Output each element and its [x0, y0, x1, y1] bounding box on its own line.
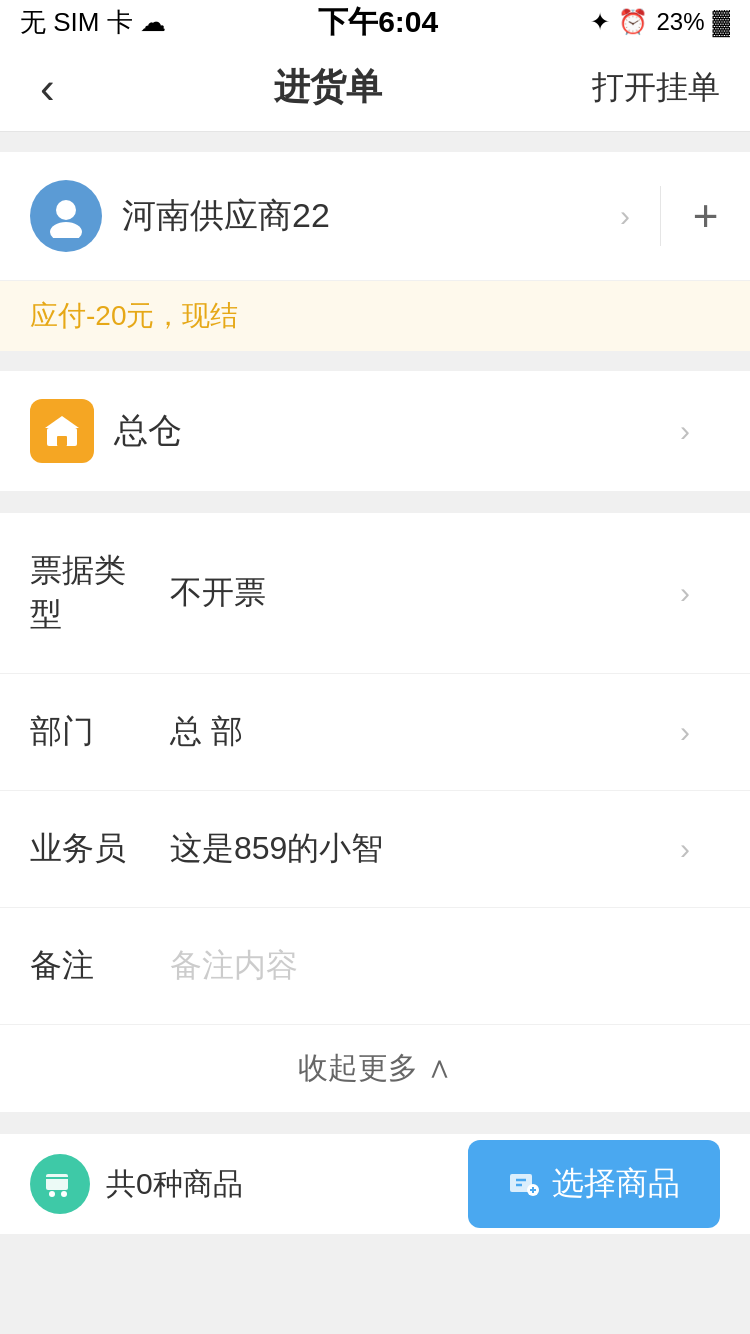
department-row[interactable]: 部门 总 部 ›	[0, 674, 750, 791]
warehouse-icon	[30, 399, 94, 463]
invoice-type-row[interactable]: 票据类型 不开票 ›	[0, 513, 750, 674]
open-pending-button[interactable]: 打开挂单	[592, 66, 720, 110]
warehouse-chevron-icon: ›	[680, 414, 690, 448]
nav-bar: ‹ 进货单 打开挂单	[0, 44, 750, 132]
svg-marker-3	[45, 416, 79, 428]
page-content: 河南供应商22 › + 应付-20元，现结 总仓 ›	[0, 132, 750, 1334]
salesperson-chevron-icon: ›	[680, 832, 690, 866]
product-count-wrap: 共0种商品	[30, 1154, 243, 1214]
warehouse-divider	[0, 351, 750, 371]
add-supplier-button[interactable]: +	[660, 186, 720, 246]
alarm-icon: ⏰	[618, 8, 648, 36]
svg-point-7	[61, 1191, 67, 1197]
svg-rect-5	[46, 1174, 68, 1190]
battery-text: 23%	[656, 8, 704, 36]
top-divider	[0, 132, 750, 152]
warehouse-row[interactable]: 总仓 ›	[0, 371, 750, 491]
invoice-type-value: 不开票	[170, 571, 680, 615]
invoice-type-chevron-icon: ›	[680, 576, 690, 610]
warehouse-name: 总仓	[114, 408, 680, 454]
supplier-row[interactable]: 河南供应商22 › +	[0, 152, 750, 281]
bottom-bar: 共0种商品 选择商品	[0, 1134, 750, 1234]
remark-placeholder[interactable]: 备注内容	[170, 944, 720, 988]
status-time: 下午6:04	[318, 2, 438, 43]
collapse-label: 收起更多 ∧	[298, 1048, 451, 1089]
collapse-bar[interactable]: 收起更多 ∧	[0, 1024, 750, 1112]
svg-rect-4	[57, 436, 67, 446]
svg-point-6	[49, 1191, 55, 1197]
product-count-text: 共0种商品	[106, 1164, 243, 1205]
warehouse-card[interactable]: 总仓 ›	[0, 371, 750, 491]
supplier-avatar	[30, 180, 102, 252]
user-icon	[44, 194, 88, 238]
page-title: 进货单	[274, 63, 382, 112]
department-chevron-icon: ›	[680, 715, 690, 749]
status-right: ✦ ⏰ 23% ▓	[590, 8, 730, 36]
supplier-notice: 应付-20元，现结	[0, 281, 750, 351]
supplier-chevron-icon: ›	[620, 199, 630, 233]
svg-point-1	[50, 222, 82, 238]
remark-label: 备注	[30, 944, 150, 988]
status-left: 无 SIM 卡 ☁	[20, 5, 166, 40]
select-product-icon	[508, 1168, 540, 1200]
plus-icon: +	[693, 191, 719, 241]
supplier-card: 河南供应商22 › + 应付-20元，现结	[0, 152, 750, 351]
salesperson-row[interactable]: 业务员 这是859的小智 ›	[0, 791, 750, 908]
product-count-icon	[30, 1154, 90, 1214]
form-divider	[0, 491, 750, 511]
warehouse-svg-icon	[43, 412, 81, 450]
form-section: 票据类型 不开票 › 部门 总 部 › 业务员 这是859的小智 › 备注 备注…	[0, 513, 750, 1024]
battery-icon: ▓	[713, 8, 731, 36]
remark-row[interactable]: 备注 备注内容	[0, 908, 750, 1024]
salesperson-label: 业务员	[30, 827, 150, 871]
department-value: 总 部	[170, 710, 680, 754]
status-bar: 无 SIM 卡 ☁ 下午6:04 ✦ ⏰ 23% ▓	[0, 0, 750, 44]
cart-icon	[42, 1166, 78, 1202]
select-product-button[interactable]: 选择商品	[468, 1140, 720, 1228]
svg-point-0	[56, 200, 76, 220]
bottom-divider	[0, 1112, 750, 1132]
invoice-type-label: 票据类型	[30, 549, 150, 637]
salesperson-value: 这是859的小智	[170, 827, 680, 871]
location-icon: ✦	[590, 8, 610, 36]
supplier-name: 河南供应商22	[122, 193, 620, 239]
back-button[interactable]: ‹	[30, 53, 65, 123]
sim-signal: 无 SIM 卡 ☁	[20, 5, 166, 40]
department-label: 部门	[30, 710, 150, 754]
select-product-label: 选择商品	[552, 1162, 680, 1206]
